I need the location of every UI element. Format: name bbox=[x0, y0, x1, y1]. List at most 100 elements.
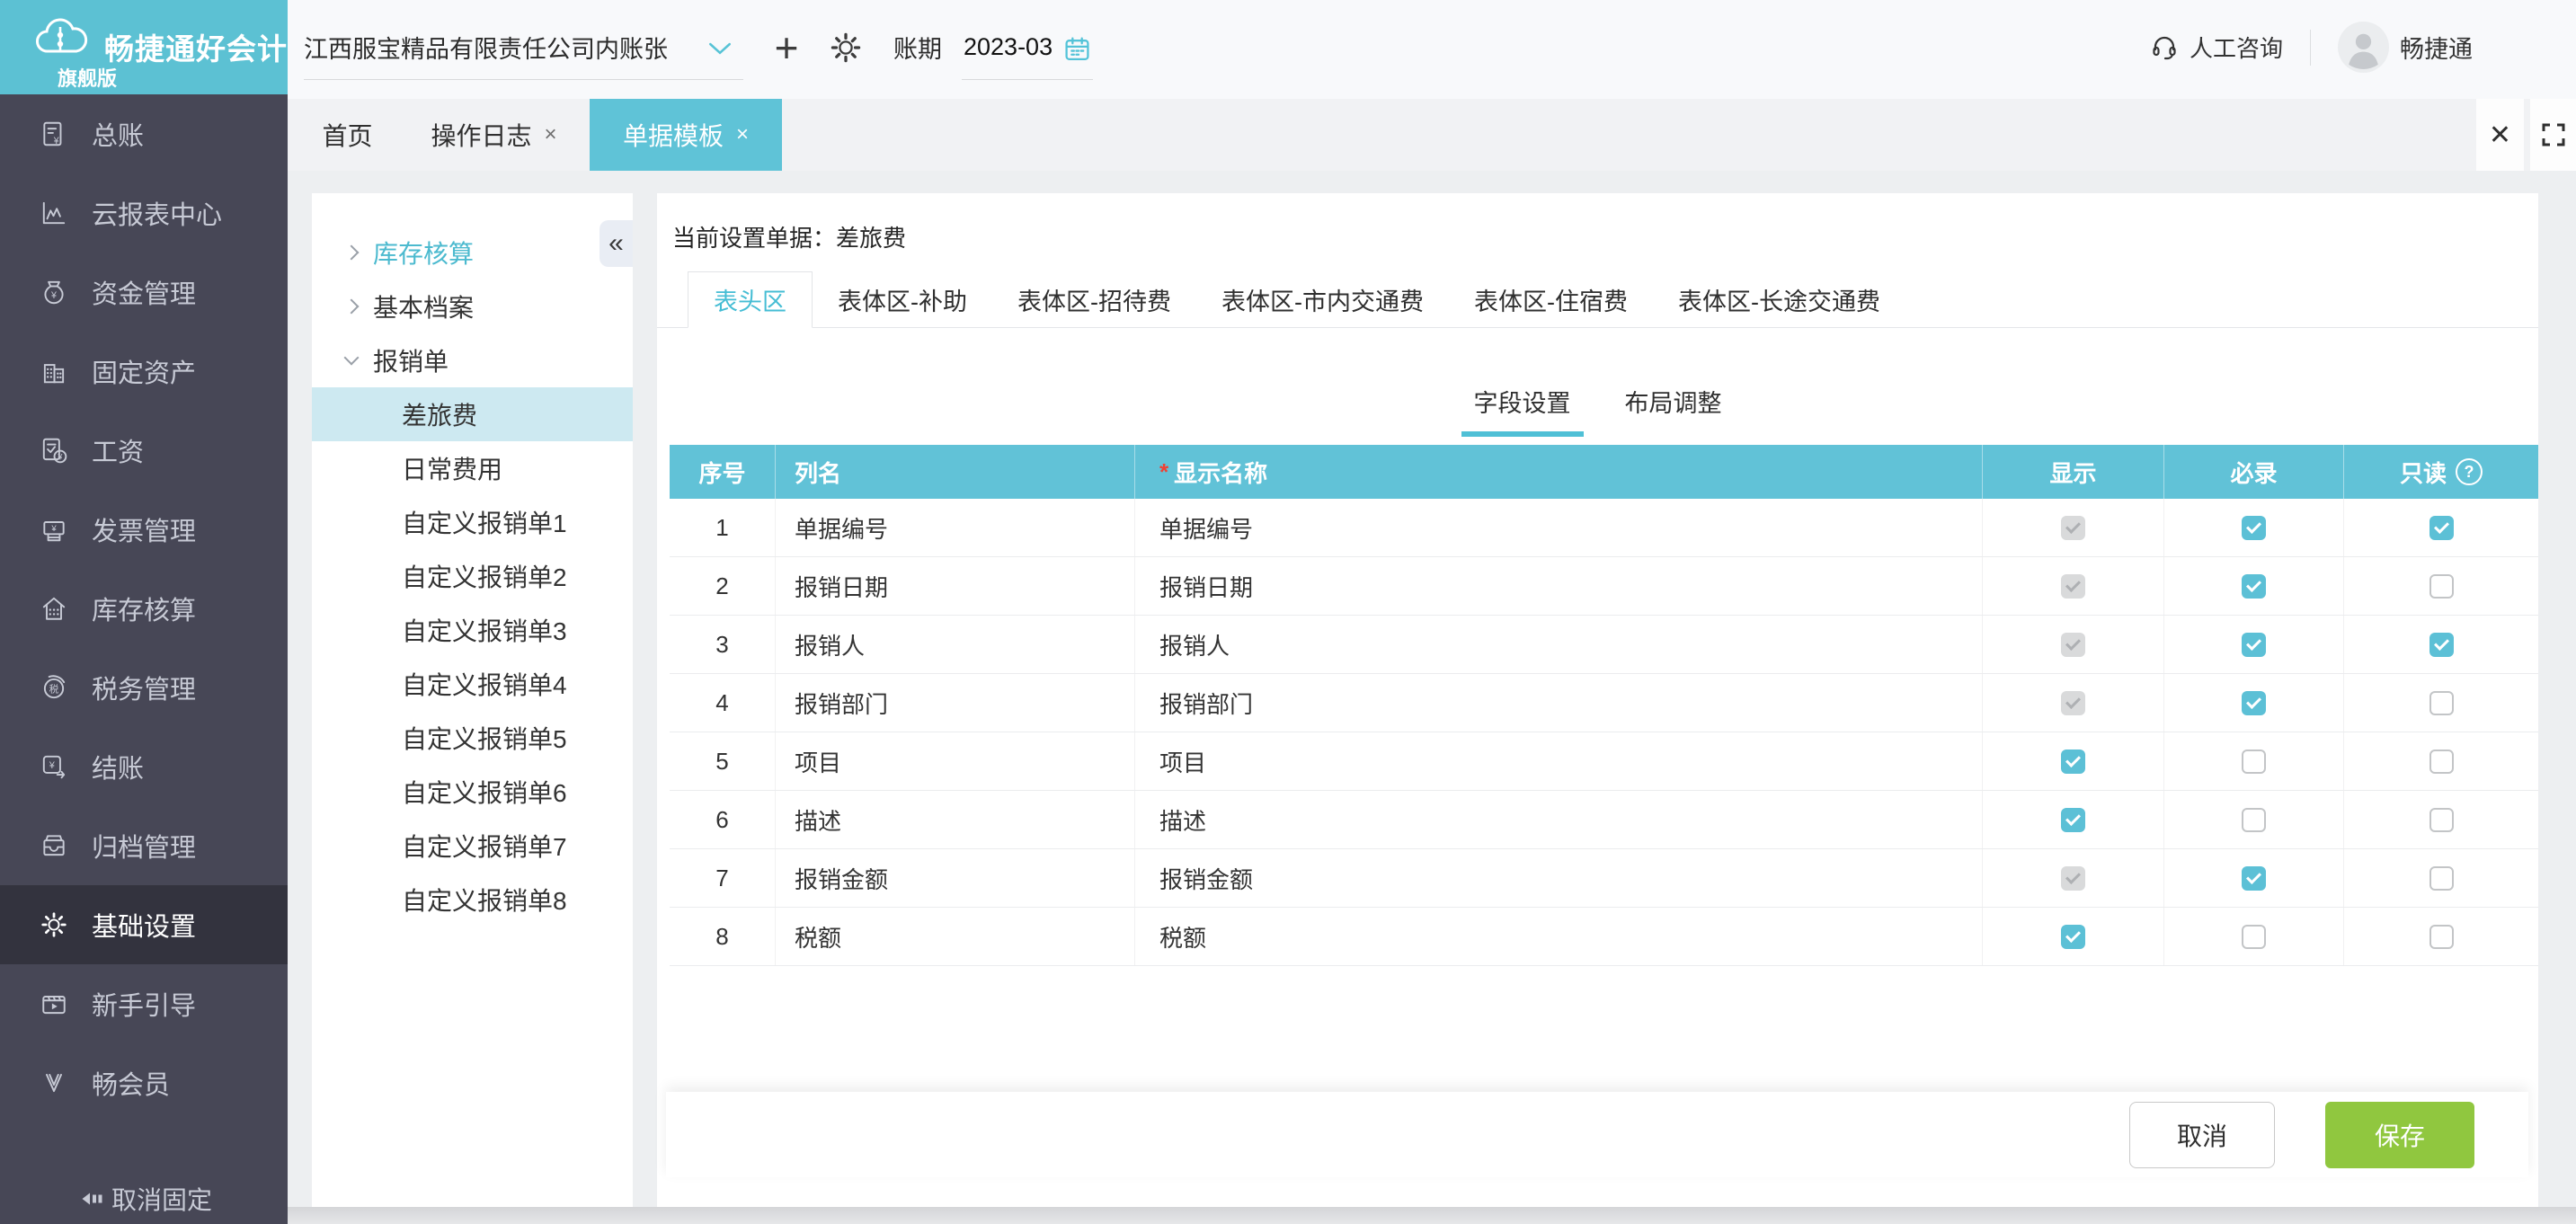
checkbox-required[interactable] bbox=[2242, 573, 2266, 599]
checkbox-show[interactable] bbox=[2061, 865, 2085, 891]
sidebar-item-label: 畅会员 bbox=[92, 1071, 171, 1100]
cancel-button[interactable]: 取消 bbox=[2129, 1101, 2275, 1168]
checkbox-show[interactable] bbox=[2061, 807, 2085, 832]
close-all-button[interactable]: ✕ bbox=[2476, 99, 2524, 171]
main-panel: 当前设置单据：差旅费 表头区 表体区-补助 表体区-招待费 表体区-市内交通费 … bbox=[657, 193, 2538, 1207]
chevron-down-icon bbox=[343, 350, 360, 366]
display-name-cell[interactable]: 单据编号 bbox=[1135, 499, 1983, 556]
table-row: 1 单据编号 单据编号 bbox=[670, 499, 2538, 557]
tab-home[interactable]: 首页 bbox=[297, 99, 398, 171]
checkbox-show[interactable] bbox=[2061, 749, 2085, 774]
sidebar-item-label: 云报表中心 bbox=[92, 201, 223, 230]
add-account-button[interactable]: + bbox=[766, 0, 807, 94]
sidebar-item-inventory[interactable]: 库存核算 bbox=[0, 569, 288, 648]
tree-item-inventory-accounting[interactable]: 库存核算 bbox=[312, 226, 633, 279]
column-name-cell: 报销金额 bbox=[776, 849, 1135, 907]
tab-body-subsidy[interactable]: 表体区-补助 bbox=[813, 271, 992, 328]
checkbox-readonly[interactable] bbox=[2429, 573, 2454, 599]
checkbox-required[interactable] bbox=[2242, 749, 2266, 774]
display-name-cell[interactable]: 报销日期 bbox=[1135, 557, 1983, 615]
bottom-scrollbar-track[interactable] bbox=[288, 1207, 2576, 1224]
user-menu[interactable]: 畅捷通 bbox=[2338, 22, 2473, 73]
calendar-icon[interactable] bbox=[1064, 36, 1090, 62]
tree-item-expense-forms[interactable]: 报销单 bbox=[312, 333, 633, 387]
checkbox-readonly[interactable] bbox=[2429, 690, 2454, 715]
period-underline bbox=[962, 79, 1093, 80]
checkbox-required[interactable] bbox=[2242, 690, 2266, 715]
checkbox-readonly[interactable] bbox=[2429, 924, 2454, 949]
sidebar-item-member[interactable]: 畅会员 bbox=[0, 1043, 288, 1122]
display-name-cell[interactable]: 报销金额 bbox=[1135, 849, 1983, 907]
sidebar-item-general-ledger[interactable]: ¥ 总账 bbox=[0, 94, 288, 173]
checkbox-readonly[interactable] bbox=[2429, 515, 2454, 540]
checkbox-required[interactable] bbox=[2242, 865, 2266, 891]
sidebar-item-fixed-assets[interactable]: 固定资产 bbox=[0, 332, 288, 411]
checkbox-required[interactable] bbox=[2242, 515, 2266, 540]
member-icon bbox=[40, 1069, 68, 1097]
sidebar-item-salary[interactable]: ¥ 工资 bbox=[0, 411, 288, 490]
checkbox-required[interactable] bbox=[2242, 807, 2266, 832]
tree-item-custom-form-2[interactable]: 自定义报销单2 bbox=[312, 549, 633, 603]
tree-item-daily-expense[interactable]: 日常费用 bbox=[312, 441, 633, 495]
display-name-cell[interactable]: 报销部门 bbox=[1135, 674, 1983, 732]
help-icon[interactable]: ? bbox=[2456, 458, 2483, 485]
sidebar-item-tax[interactable]: 税 税务管理 bbox=[0, 648, 288, 727]
display-name-cell[interactable]: 描述 bbox=[1135, 791, 1983, 848]
tab-body-entertainment[interactable]: 表体区-招待费 bbox=[992, 271, 1196, 328]
tree-item-custom-form-1[interactable]: 自定义报销单1 bbox=[312, 495, 633, 549]
tree-item-travel-expense[interactable]: 差旅费 bbox=[312, 387, 633, 441]
current-document-label: 当前设置单据： bbox=[672, 225, 837, 252]
checkbox-readonly[interactable] bbox=[2429, 632, 2454, 657]
sidebar-item-archive[interactable]: 归档管理 bbox=[0, 806, 288, 885]
tab-body-accommodation[interactable]: 表体区-住宿费 bbox=[1449, 271, 1653, 328]
checkbox-show[interactable] bbox=[2061, 515, 2085, 540]
support-button[interactable]: 人工咨询 bbox=[2150, 31, 2283, 64]
tree-item-custom-form-5[interactable]: 自定义报销单5 bbox=[312, 711, 633, 765]
checkbox-readonly[interactable] bbox=[2429, 807, 2454, 832]
close-icon[interactable]: × bbox=[736, 122, 749, 147]
tab-body-city-transport[interactable]: 表体区-市内交通费 bbox=[1196, 271, 1449, 328]
tree-item-custom-form-4[interactable]: 自定义报销单4 bbox=[312, 657, 633, 711]
svg-text:¥: ¥ bbox=[57, 453, 63, 462]
tree-item-custom-form-8[interactable]: 自定义报销单8 bbox=[312, 873, 633, 927]
checkbox-show[interactable] bbox=[2061, 632, 2085, 657]
checkbox-required[interactable] bbox=[2242, 924, 2266, 949]
save-button[interactable]: 保存 bbox=[2325, 1101, 2474, 1168]
tab-layout-adjust[interactable]: 布局调整 bbox=[1612, 378, 1735, 437]
company-selector[interactable]: 江西服宝精品有限责任公司内账张 bbox=[304, 0, 668, 94]
checkbox-show[interactable] bbox=[2061, 690, 2085, 715]
checkbox-readonly[interactable] bbox=[2429, 749, 2454, 774]
tree-item-custom-form-3[interactable]: 自定义报销单3 bbox=[312, 603, 633, 657]
fullscreen-button[interactable] bbox=[2530, 99, 2576, 171]
tab-operation-log[interactable]: 操作日志 × bbox=[398, 99, 590, 171]
unpin-button[interactable]: 取消固定 bbox=[0, 1173, 288, 1224]
checkbox-readonly[interactable] bbox=[2429, 865, 2454, 891]
display-name-cell[interactable]: 报销人 bbox=[1135, 616, 1983, 673]
tab-header-area[interactable]: 表头区 bbox=[688, 271, 813, 328]
period-value[interactable]: 2023-03 bbox=[964, 0, 1053, 94]
tab-field-settings[interactable]: 字段设置 bbox=[1461, 378, 1584, 437]
close-icon[interactable]: × bbox=[545, 122, 557, 147]
tree-item-basic-archives[interactable]: 基本档案 bbox=[312, 279, 633, 333]
tab-body-longdistance-transport[interactable]: 表体区-长途交通费 bbox=[1653, 271, 1905, 328]
checkbox-show[interactable] bbox=[2061, 924, 2085, 949]
sidebar-item-cloud-reports[interactable]: 云报表中心 bbox=[0, 173, 288, 253]
checkbox-show[interactable] bbox=[2061, 573, 2085, 599]
chevron-down-icon[interactable] bbox=[708, 42, 732, 56]
collapse-panel-button[interactable]: « bbox=[600, 220, 633, 267]
checkbox-required[interactable] bbox=[2242, 632, 2266, 657]
display-name-cell[interactable]: 税额 bbox=[1135, 908, 1983, 965]
tree-item-custom-form-7[interactable]: 自定义报销单7 bbox=[312, 819, 633, 873]
tab-label: 单据模板 bbox=[622, 122, 724, 150]
avatar bbox=[2338, 22, 2389, 73]
sidebar-item-beginner-guide[interactable]: 新手引导 bbox=[0, 964, 288, 1043]
display-name-cell[interactable]: 项目 bbox=[1135, 732, 1983, 790]
sidebar-item-closing[interactable]: ¥ 结账 bbox=[0, 727, 288, 806]
tab-document-template[interactable]: 单据模板 × bbox=[590, 99, 782, 171]
sidebar: 畅捷通好会计 旗舰版 ¥ 总账 云报表中心 ¥ 资金管理 固定资产 ¥ 工资 ¥… bbox=[0, 0, 288, 1224]
tree-item-custom-form-6[interactable]: 自定义报销单6 bbox=[312, 765, 633, 819]
sidebar-item-basic-settings[interactable]: 基础设置 bbox=[0, 885, 288, 964]
sidebar-item-invoices[interactable]: ¥ 发票管理 bbox=[0, 490, 288, 569]
sidebar-item-funds[interactable]: ¥ 资金管理 bbox=[0, 253, 288, 332]
gear-icon[interactable] bbox=[829, 31, 863, 65]
